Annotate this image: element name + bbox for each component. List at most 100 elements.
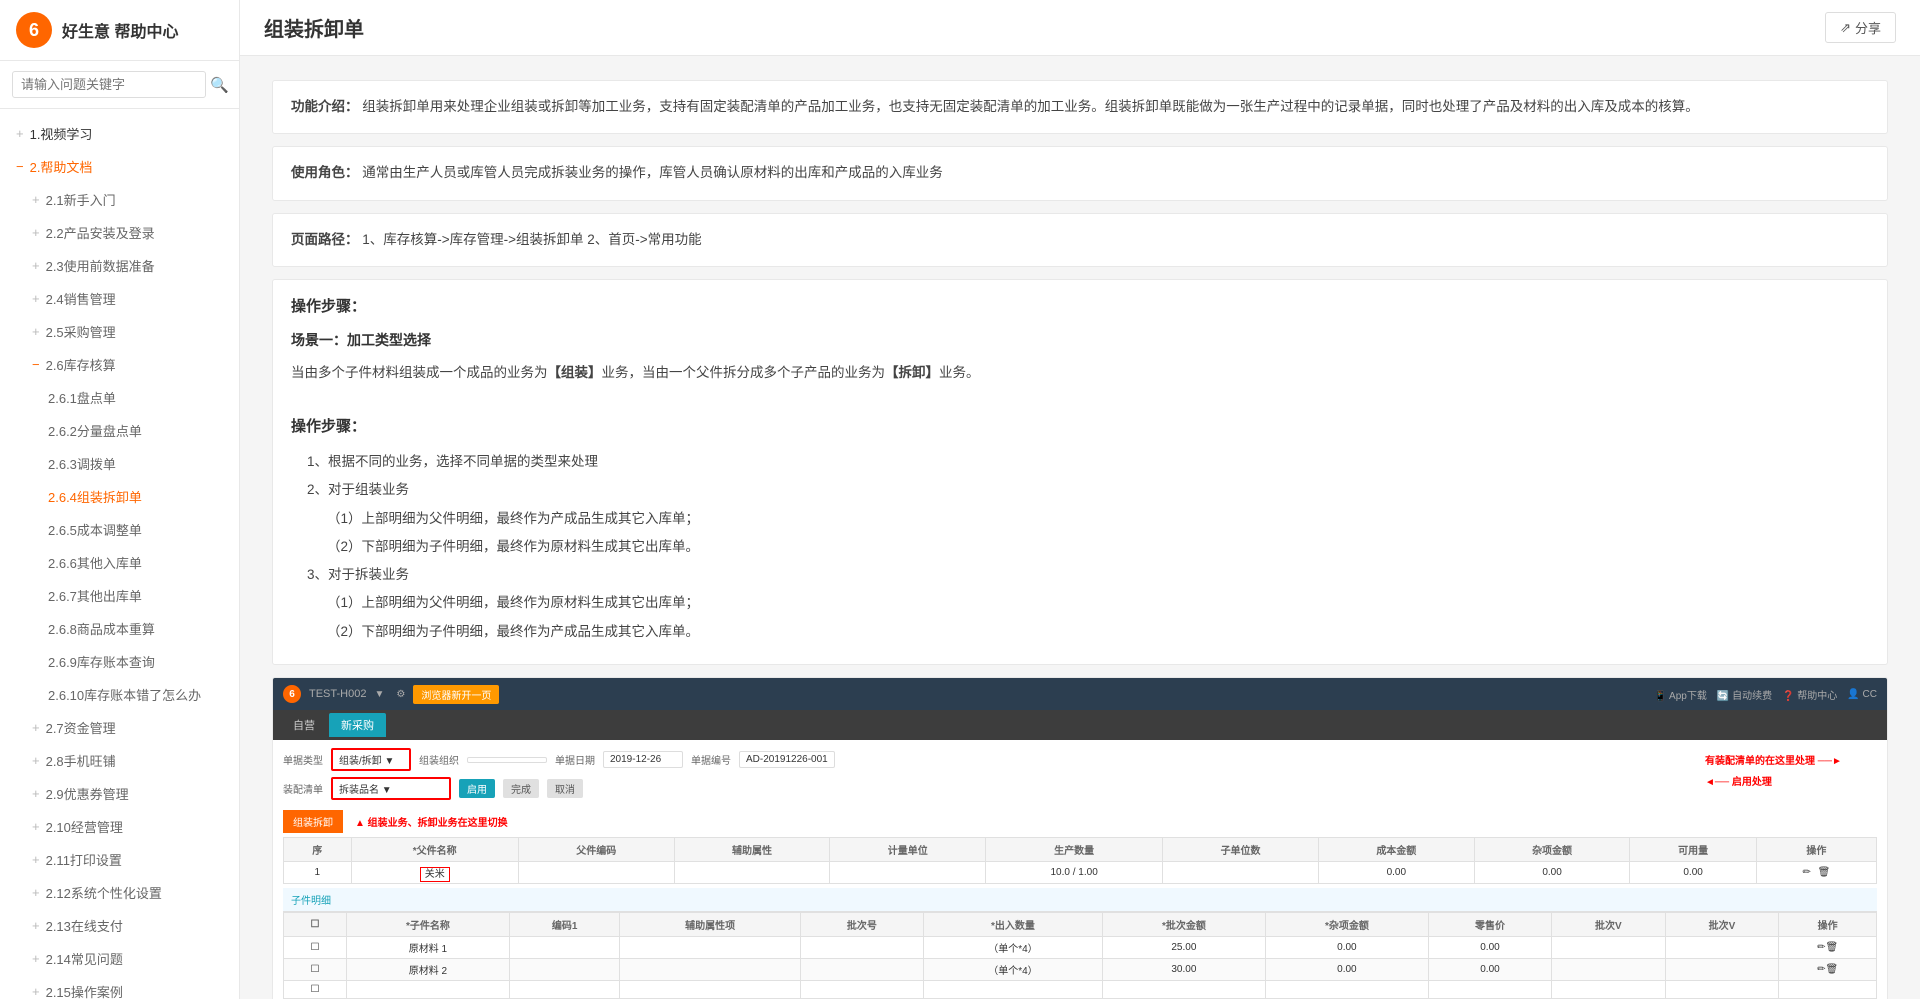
nav-label-2-5: 2.5采购管理 [46,322,116,341]
plus-icon-2-8: + [32,753,40,768]
share-button[interactable]: ⇗ 分享 [1825,12,1896,43]
nav-label-2-6-5: 2.6.5成本调整单 [48,520,142,539]
nav-label-2-12: 2.12系统个性化设置 [46,883,162,902]
nav-tree: + 1.视频学习 − 2.帮助文档 + 2.1新手入门 + 2.2产品安装及登录… [0,109,239,999]
cancel-form-btn[interactable]: 取消 [547,779,583,798]
sidebar-item-2-6-9[interactable]: 2.6.9库存账本查询 [0,645,239,678]
upper-table-section: 序 *父件名称 父件编码 辅助属性 计量单位 生产数量 子单位数 成本金额 杂项… [283,837,1877,884]
sidebar-header: 6 好生意 帮助中心 [0,0,239,61]
sidebar-item-2-4[interactable]: + 2.4销售管理 [0,282,239,315]
lower-table-section: 子件明细 ☐ *子件名称 编码1 辅助属性项 批次号 *出入数量 [283,888,1877,999]
nav-label-2-8: 2.8手机旺铺 [46,751,116,770]
col-seq: 序 [284,838,352,862]
sidebar-item-1[interactable]: + 1.视频学习 [0,117,239,150]
sidebar-item-2-9[interactable]: + 2.9优惠券管理 [0,777,239,810]
col-batch-v2: 批次V [1665,913,1779,937]
path-block: 页面路径： 1、库存核算->库存管理->组装拆卸单 2、首页->常用功能 [272,213,1888,267]
row-delete-icon[interactable]: 🗑 [1818,867,1831,878]
search-input[interactable] [12,71,206,98]
search-box: 🔍 [0,61,239,109]
app-id: TEST-H002 [309,688,366,700]
header-btn[interactable]: 浏览器新开一页 [413,685,499,704]
ops-title: 操作步骤： [291,294,1869,320]
sidebar-item-2-10[interactable]: + 2.10经营管理 [0,810,239,843]
field-value-type[interactable]: 组装/拆卸 ▼ [331,748,411,771]
confirm-btn[interactable]: 完成 [503,779,539,798]
field-value-date[interactable]: 2019-12-26 [603,751,683,768]
sidebar-item-2-6-1[interactable]: 2.6.1盘点单 [0,381,239,414]
sidebar-item-2-11[interactable]: + 2.11打印设置 [0,843,239,876]
sidebar-item-2-3[interactable]: + 2.3使用前数据准备 [0,249,239,282]
form-row-2: 装配清单 拆装品名 ▼ 启用 完成 取消 [283,777,1697,800]
sidebar-item-2-12[interactable]: + 2.12系统个性化设置 [0,876,239,909]
row-edit-icon[interactable]: ✏ [1802,867,1810,878]
col-aux-prop: 辅助属性项 [620,913,800,937]
row-ops-1[interactable]: ✏🗑 [1817,942,1838,953]
nav-label-2-13: 2.13在线支付 [46,916,123,935]
screenshot-block: 6 TEST-H002 ▼ ⚙ 浏览器新开一页 📱 App下载 🔄 自动续费 ❓… [272,677,1888,999]
tab-zizhi[interactable]: 自营 [281,713,327,737]
sidebar-item-2-14[interactable]: + 2.14常见问题 [0,942,239,975]
step1: 1、根据不同的业务，选择不同单据的类型来处理 [307,450,1869,474]
cell-sub-name2: 原材料 2 [346,959,509,981]
col-avail: 可用量 [1630,838,1756,862]
sidebar-item-2-15[interactable]: + 2.15操作案例 [0,975,239,999]
sidebar-item-2-1[interactable]: + 2.1新手入门 [0,183,239,216]
field-value-bom[interactable]: 拆装品名 ▼ [331,777,451,800]
nav-label-2-1: 2.1新手入门 [46,190,116,209]
form-row-1: 单据类型 组装/拆卸 ▼ 组装组织 单据日期 2019-12-26 单据编号 A… [283,748,1697,771]
field-label-type: 单据类型 [283,752,323,767]
sidebar-item-2-6-4[interactable]: 2.6.4组装拆卸单 [0,480,239,513]
sidebar-item-2-6-7[interactable]: 2.6.7其他出库单 [0,579,239,612]
nav-label-2-6-7: 2.6.7其他出库单 [48,586,142,605]
col-prod-qty: 生产数量 [986,838,1163,862]
nav-label-2-15: 2.15操作案例 [46,982,123,999]
sidebar-item-2-7[interactable]: + 2.7资金管理 [0,711,239,744]
sidebar-item-2[interactable]: − 2.帮助文档 [0,150,239,183]
sidebar-item-2-6-2[interactable]: 2.6.2分量盘点单 [0,414,239,447]
col-batch-v1: 批次V [1552,913,1666,937]
search-button[interactable]: 🔍 [210,76,229,94]
table-row: 1 关米 10.0 / 1.00 0.00 0.00 0.00 [284,862,1877,884]
sidebar-item-2-8[interactable]: + 2.8手机旺铺 [0,744,239,777]
nav-label-2-6: 2.6库存核算 [46,355,116,374]
sidebar-item-2-13[interactable]: + 2.13在线支付 [0,909,239,942]
enable-btn[interactable]: 启用 [459,779,495,798]
sidebar-item-2-6[interactable]: − 2.6库存核算 [0,348,239,381]
sidebar-item-2-5[interactable]: + 2.5采购管理 [0,315,239,348]
plus-icon-2-14: + [32,951,40,966]
path-text: 1、库存核算->库存管理->组装拆卸单 2、首页->常用功能 [362,232,701,247]
step2-sub2: （2）下部明细为子件明细，最终作为原材料生成其它出库单。 [327,535,1869,559]
field-value-no[interactable]: AD-20191226-001 [739,751,835,768]
app-logo: 6 [283,685,301,703]
plus-icon-2-3: + [32,258,40,273]
field-value-org[interactable] [467,757,547,763]
share-icon: ⇗ [1840,20,1851,36]
row-ops-2[interactable]: ✏🗑 [1817,964,1838,975]
sidebar-item-2-6-5[interactable]: 2.6.5成本调整单 [0,513,239,546]
tab-caigou[interactable]: 新采购 [329,713,386,737]
col-aux: 辅助属性 [674,838,830,862]
ops-block: 操作步骤： 场景一：加工类型选择 当由多个子件材料组装成一个成品的业务为【组装】… [272,279,1888,665]
col-ops: 操作 [1756,838,1876,862]
sidebar-item-2-6-6[interactable]: 2.6.6其他入库单 [0,546,239,579]
sidebar-item-2-2[interactable]: + 2.2产品安装及登录 [0,216,239,249]
col-cost: 成本金额 [1318,838,1474,862]
nav-label-2-9: 2.9优惠券管理 [46,784,129,803]
table-row: ☐原材料 1（单个*4）25.000.000.00 ✏🗑 [284,937,1877,959]
table-row: ☐ [284,981,1877,999]
sidebar: 6 好生意 帮助中心 🔍 + 1.视频学习 − 2.帮助文档 + 2.1新手入门… [0,0,240,999]
sidebar-item-2-6-10[interactable]: 2.6.10库存账本错了怎么办 [0,678,239,711]
plus-icon-2-4: + [32,291,40,306]
nav-label-2-6-8: 2.6.8商品成本重算 [48,619,155,638]
nav-label-2-6-6: 2.6.6其他入库单 [48,553,142,572]
col-parent-code: 父件编码 [518,838,674,862]
mock-form: 单据类型 组装/拆卸 ▼ 组装组织 单据日期 2019-12-26 单据编号 A… [273,740,1887,999]
sidebar-item-2-6-3[interactable]: 2.6.3调拨单 [0,447,239,480]
role-text: 通常由生产人员或库管人员完成拆装业务的操作，库管人员确认原材料的出库和产成品的入… [362,165,943,180]
col-check: ☐ [284,913,347,937]
content-area: 功能介绍： 组装拆卸单用来处理企业组装或拆卸等加工业务，支持有固定装配清单的产品… [240,56,1920,999]
sidebar-item-2-6-8[interactable]: 2.6.8商品成本重算 [0,612,239,645]
col-sub-name: *子件名称 [346,913,509,937]
help-center: ❓ 帮助中心 [1782,687,1837,702]
